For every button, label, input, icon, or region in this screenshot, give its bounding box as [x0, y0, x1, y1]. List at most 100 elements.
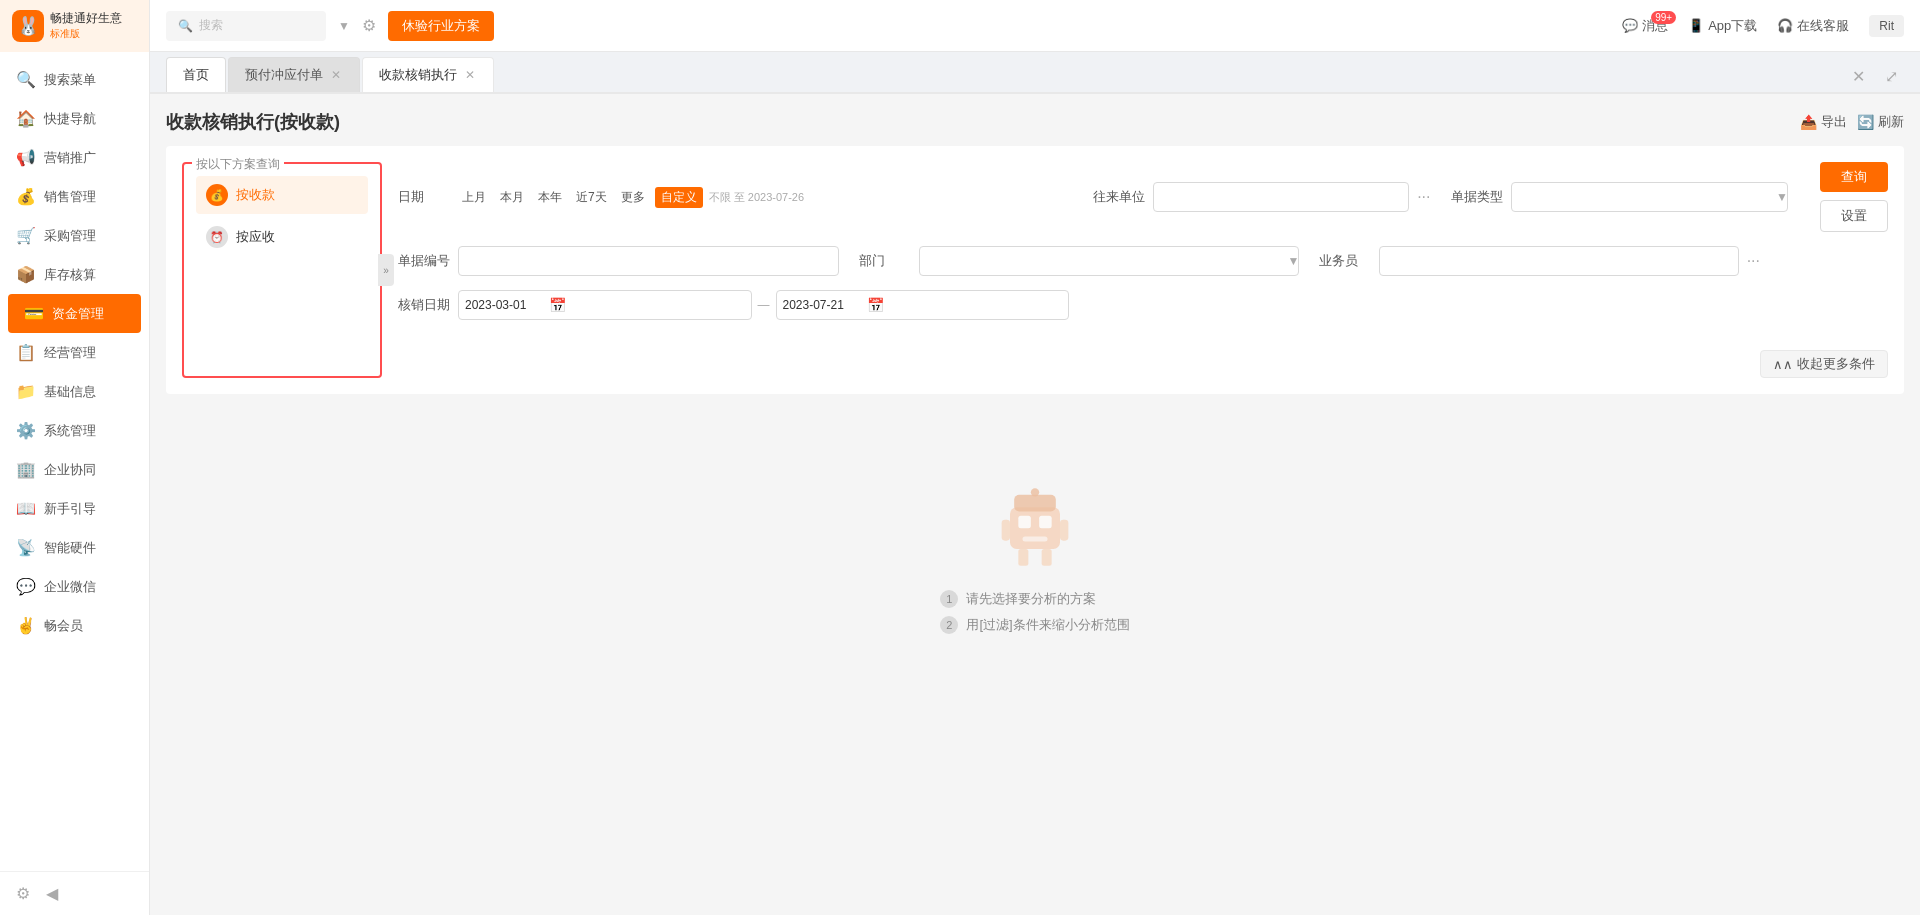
counterparty-more-icon[interactable]: ···	[1417, 188, 1430, 206]
tab-expand-icon[interactable]: ⤢	[1879, 65, 1904, 88]
sidebar-item-label: 企业协同	[44, 461, 96, 479]
page-actions: 📤 导出 🔄 刷新	[1800, 113, 1904, 131]
sidebar-item-hardware[interactable]: 📡 智能硬件	[0, 528, 149, 567]
sidebar-item-enterprise[interactable]: 🏢 企业协同	[0, 450, 149, 489]
counterparty-input[interactable]	[1153, 182, 1409, 212]
sidebar-item-system[interactable]: ⚙️ 系统管理	[0, 411, 149, 450]
date-tag-7days[interactable]: 近7天	[572, 187, 611, 208]
enterprise-icon: 🏢	[16, 460, 36, 479]
customer-service-link[interactable]: 🎧 在线客服	[1777, 17, 1849, 35]
staff-input[interactable]	[1379, 246, 1738, 276]
sidebar-item-basic-info[interactable]: 📁 基础信息	[0, 372, 149, 411]
filter-collapse-button[interactable]: »	[378, 254, 394, 286]
date-tag-this-month[interactable]: 本月	[496, 187, 528, 208]
message-icon: 💬	[1622, 18, 1638, 33]
tab-collection-close-icon[interactable]: ✕	[463, 68, 477, 82]
sidebar-item-quick-nav[interactable]: 🏠 快捷导航	[0, 99, 149, 138]
app-download-link[interactable]: 📱 App下载	[1688, 17, 1757, 35]
voucher-no-condition: 单据编号	[398, 246, 839, 276]
sidebar-item-label: 新手引导	[44, 500, 96, 518]
search-placeholder: 搜索	[199, 17, 223, 34]
sidebar-item-search[interactable]: 🔍 搜索菜单	[0, 60, 149, 99]
date-tag-last-month[interactable]: 上月	[458, 187, 490, 208]
collapse-sidebar-icon[interactable]: ◀	[46, 884, 58, 903]
date-suffix: 不限 至 2023-07-26	[709, 190, 804, 205]
staff-more-icon[interactable]: ···	[1747, 252, 1760, 270]
collapse-more-button[interactable]: ∧∧ 收起更多条件	[1760, 350, 1888, 378]
topbar-gear-icon[interactable]: ⚙	[362, 16, 376, 35]
message-badge[interactable]: 💬 消息 99+	[1622, 17, 1668, 35]
filter-option-collection-label: 按收款	[236, 186, 275, 204]
svg-rect-1	[1018, 516, 1031, 529]
sidebar-item-label: 系统管理	[44, 422, 96, 440]
tabbar: 首页 预付冲应付单 ✕ 收款核销执行 ✕ ✕ ⤢	[150, 52, 1920, 94]
svg-rect-5	[1060, 520, 1068, 541]
user-profile[interactable]: Rit	[1869, 15, 1904, 37]
sidebar-item-sales[interactable]: 💰 销售管理	[0, 177, 149, 216]
calendar-start-icon[interactable]: 📅	[549, 297, 566, 313]
date-tag-this-year[interactable]: 本年	[534, 187, 566, 208]
tab-home[interactable]: 首页	[166, 57, 226, 92]
system-icon: ⚙️	[16, 421, 36, 440]
topbar-dropdown-arrow[interactable]: ▼	[338, 19, 350, 33]
settings-bottom-icon[interactable]: ⚙	[16, 884, 30, 903]
sidebar-item-capital[interactable]: 💳 资金管理	[8, 294, 141, 333]
voucher-type-select[interactable]	[1511, 182, 1789, 212]
svg-rect-3	[1023, 537, 1048, 542]
capital-icon: 💳	[24, 304, 44, 323]
empty-illustration	[985, 474, 1085, 574]
counterparty-condition: 往来单位 ···	[1093, 182, 1431, 212]
svg-rect-6	[1018, 549, 1028, 566]
tab-prepay[interactable]: 预付冲应付单 ✕	[228, 57, 360, 92]
query-buttons: 查询 设置	[1820, 162, 1888, 232]
sidebar-item-purchase[interactable]: 🛒 采购管理	[0, 216, 149, 255]
export-label: 导出	[1821, 113, 1847, 131]
sidebar-item-label: 智能硬件	[44, 539, 96, 557]
sidebar-item-inventory[interactable]: 📦 库存核算	[0, 255, 149, 294]
inventory-icon: 📦	[16, 265, 36, 284]
purchase-icon: 🛒	[16, 226, 36, 245]
tab-collection[interactable]: 收款核销执行 ✕	[362, 57, 494, 92]
verify-date-start-input[interactable]	[465, 298, 545, 312]
settings-button[interactable]: 设置	[1820, 200, 1888, 232]
tab-close-all-icon[interactable]: ✕	[1846, 65, 1871, 88]
sidebar-item-operation[interactable]: 📋 经营管理	[0, 333, 149, 372]
voucher-no-label: 单据编号	[398, 252, 450, 270]
sidebar-item-label: 畅会员	[44, 617, 83, 635]
customer-service-label: 在线客服	[1797, 17, 1849, 35]
verify-date-range: 📅 — 📅	[458, 290, 1069, 320]
export-button[interactable]: 📤 导出	[1800, 113, 1847, 131]
search-icon: 🔍	[16, 70, 36, 89]
verify-date-end-input[interactable]	[783, 298, 863, 312]
tab-prepay-close-icon[interactable]: ✕	[329, 68, 343, 82]
sidebar-item-wechat[interactable]: 💬 企业微信	[0, 567, 149, 606]
sidebar-item-label: 搜索菜单	[44, 71, 96, 89]
topbar-search[interactable]: 🔍 搜索	[166, 11, 326, 41]
svg-point-9	[1031, 488, 1039, 496]
content-area: 收款核销执行(按收款) 📤 导出 🔄 刷新 按以下方案查询 💰 按收款	[150, 94, 1920, 915]
verify-date-end-wrap: 📅	[776, 290, 1070, 320]
hardware-icon: 📡	[16, 538, 36, 557]
filter-option-by-receivable[interactable]: ⏰ 按应收	[196, 218, 368, 256]
industry-solution-button[interactable]: 休验行业方案	[388, 11, 494, 41]
filter-option-by-collection[interactable]: 💰 按收款	[196, 176, 368, 214]
date-condition: 日期 上月 本月 本年 近7天 更多 自定义 不限 至 2023-07-26	[398, 187, 1073, 208]
voucher-no-input[interactable]	[458, 246, 839, 276]
department-select[interactable]	[919, 246, 1300, 276]
calendar-end-icon[interactable]: 📅	[867, 297, 884, 313]
basic-info-icon: 📁	[16, 382, 36, 401]
query-button[interactable]: 查询	[1820, 162, 1888, 192]
refresh-button[interactable]: 🔄 刷新	[1857, 113, 1904, 131]
svg-rect-2	[1039, 516, 1052, 529]
svg-rect-7	[1042, 549, 1052, 566]
app-download-icon: 📱	[1688, 18, 1704, 33]
sidebar-item-marketing[interactable]: 📢 营销推广	[0, 138, 149, 177]
sidebar-item-guide[interactable]: 📖 新手引导	[0, 489, 149, 528]
svg-rect-0	[1010, 507, 1060, 549]
date-tag-custom[interactable]: 自定义	[655, 187, 703, 208]
department-condition: 部门 ▼	[859, 246, 1300, 276]
collapse-label: 收起更多条件	[1797, 355, 1875, 373]
sidebar-item-member[interactable]: ✌ 畅会员	[0, 606, 149, 645]
wechat-icon: 💬	[16, 577, 36, 596]
date-tag-more[interactable]: 更多	[617, 187, 649, 208]
